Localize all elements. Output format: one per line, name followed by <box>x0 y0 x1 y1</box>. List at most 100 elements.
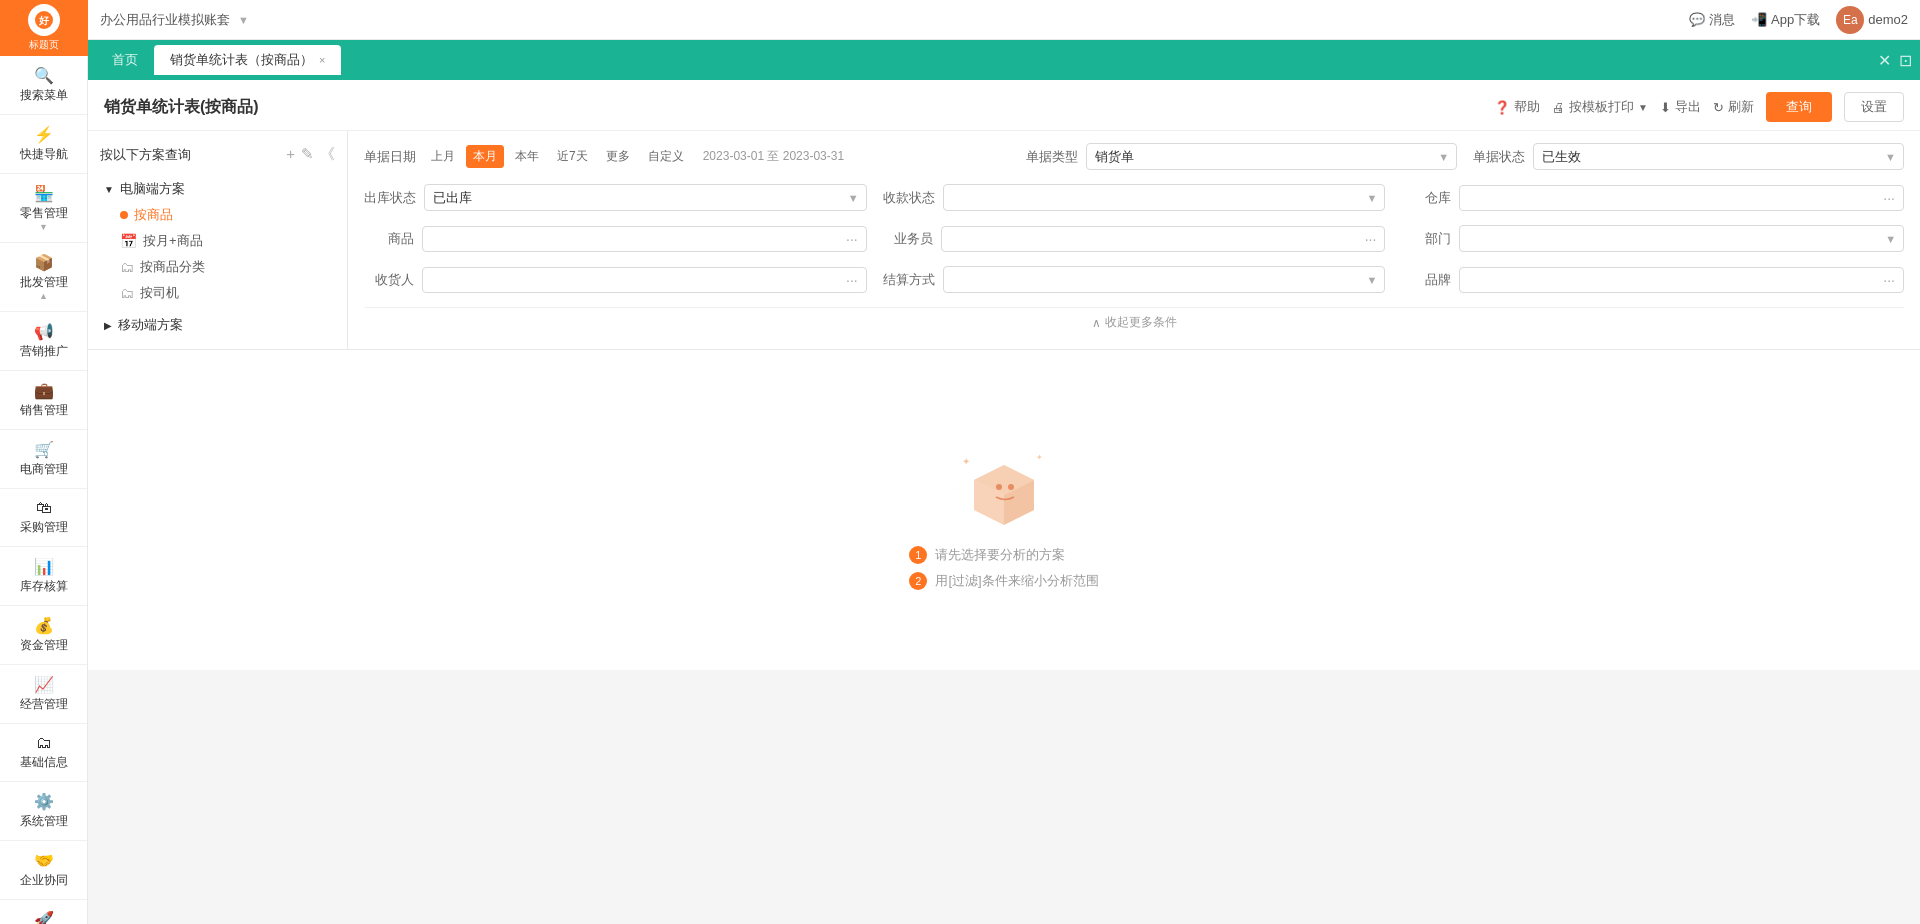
sidebar-item-base[interactable]: 🗂 基础信息 <box>0 724 87 782</box>
brand-label: 品牌 <box>1401 271 1451 289</box>
salesperson-label: 业务员 <box>883 230 933 248</box>
window-close-icon[interactable]: ✕ <box>1878 51 1891 70</box>
date-tag-7days[interactable]: 近7天 <box>550 145 595 168</box>
message-btn[interactable]: 💬 消息 <box>1689 11 1735 29</box>
app-download-btn[interactable]: 📲 App下载 <box>1751 11 1820 29</box>
brand-dots[interactable]: ··· <box>1883 272 1895 288</box>
sidebar-item-operations[interactable]: 📈 经营管理 <box>0 665 87 724</box>
active-dot <box>120 211 128 219</box>
tree-item-month-icon: 📅 <box>120 233 137 249</box>
tree-pc-section: ▼ 电脑端方案 <box>88 176 347 202</box>
sidebar-item-cooperation[interactable]: 🤝 企业协同 <box>0 841 87 900</box>
filter-item-warehouse: 仓库 ··· <box>1401 185 1904 211</box>
product-dots[interactable]: ··· <box>846 231 858 247</box>
tree-item-by-product[interactable]: 按商品 <box>88 202 347 228</box>
sidebar-item-inventory[interactable]: 📊 库存核算 <box>0 547 87 606</box>
topbar-dropdown-icon[interactable]: ▼ <box>238 14 249 26</box>
svg-text:✦: ✦ <box>1036 453 1043 462</box>
salesperson-control: ··· <box>941 226 1386 252</box>
tab-sales-stat[interactable]: 销货单统计表（按商品） × <box>154 45 341 75</box>
date-tag-more[interactable]: 更多 <box>599 145 637 168</box>
tree-pc-label: 电脑端方案 <box>120 180 185 198</box>
settlement-select[interactable] <box>943 266 1386 293</box>
app-download-label: App下载 <box>1771 11 1820 29</box>
warehouse-status-select[interactable]: 已出库 <box>424 184 867 211</box>
sidebar-item-finance-label: 资金管理 <box>20 637 68 654</box>
collapse-panel-icon[interactable]: 《 <box>320 145 335 164</box>
help-icon: ❓ <box>1494 100 1510 115</box>
print-btn[interactable]: 🖨 按模板打印 ▼ <box>1552 98 1648 116</box>
window-max-icon[interactable]: ⊡ <box>1899 51 1912 70</box>
payment-status-select[interactable] <box>943 184 1386 211</box>
sidebar-item-marketing-label: 营销推广 <box>20 343 68 360</box>
message-label: 消息 <box>1709 11 1735 29</box>
warehouse-dots[interactable]: ··· <box>1883 190 1895 206</box>
help-btn[interactable]: ❓ 帮助 <box>1494 98 1540 116</box>
right-filter: 单据日期 上月 本月 本年 近7天 更多 <box>348 131 1920 349</box>
topbar-right: 💬 消息 📲 App下载 Ea demo2 <box>1689 6 1908 34</box>
sidebar-item-wholesale[interactable]: 📦 批发管理 ▲ <box>0 243 87 312</box>
department-control: ▼ <box>1459 225 1904 252</box>
sidebar-item-marketing[interactable]: 📢 营销推广 <box>0 312 87 371</box>
tip-num-2: 2 <box>909 572 927 590</box>
sidebar-item-newguide[interactable]: 🚀 新手引导 <box>0 900 87 924</box>
receiver-dots[interactable]: ··· <box>846 272 858 288</box>
date-tag-this-month[interactable]: 本月 <box>466 145 504 168</box>
purchase-icon: 🛍 <box>36 499 52 517</box>
tree-item-by-sku[interactable]: 🗂 按司机 <box>88 280 347 306</box>
sidebar-item-search[interactable]: 🔍 搜索菜单 <box>0 56 87 115</box>
sidebar-item-quicknav[interactable]: ⚡ 快捷导航 <box>0 115 87 174</box>
tab-close-icon[interactable]: × <box>319 54 325 66</box>
filter-item-warehouse-status: 出库状态 已出库 ▼ <box>364 184 867 211</box>
sidebar-item-base-label: 基础信息 <box>20 754 68 771</box>
avatar-text: Ea <box>1843 13 1858 27</box>
user-name: demo2 <box>1868 12 1908 27</box>
query-button[interactable]: 查询 <box>1766 92 1832 122</box>
date-tag-custom[interactable]: 自定义 <box>641 145 691 168</box>
filter-item-docstatus: 单据状态 已生效 ▼ <box>1473 143 1904 170</box>
sidebar-item-ecommerce-label: 电商管理 <box>20 461 68 478</box>
date-tag-this-year[interactable]: 本年 <box>508 145 546 168</box>
help-label: 帮助 <box>1514 98 1540 116</box>
settings-button[interactable]: 设置 <box>1844 92 1904 122</box>
doctype-select[interactable]: 销货单 <box>1086 143 1457 170</box>
sidebar-item-ecommerce[interactable]: 🛒 电商管理 <box>0 430 87 489</box>
filter-item-department: 部门 ▼ <box>1401 225 1904 252</box>
filter-row-4: 收货人 ··· 结算方式 <box>364 266 1904 293</box>
tab-sales-stat-label: 销货单统计表（按商品） <box>170 51 313 69</box>
tree-item-by-month-product[interactable]: 📅 按月+商品 <box>88 228 347 254</box>
add-scheme-icon[interactable]: + <box>286 145 295 164</box>
tree-expand-icon[interactable]: ▼ <box>104 184 114 195</box>
sidebar-item-retail[interactable]: 🏪 零售管理 ▼ <box>0 174 87 243</box>
tree-mobile-section: ▶ 移动端方案 <box>88 312 347 338</box>
tab-home[interactable]: 首页 <box>96 45 154 75</box>
sidebar-item-sales[interactable]: 💼 销售管理 <box>0 371 87 430</box>
refresh-icon: ↻ <box>1713 100 1724 115</box>
sidebar-item-retail-label: 零售管理 <box>20 205 68 222</box>
svg-text:·: · <box>954 485 956 491</box>
docstatus-select[interactable]: 已生效 <box>1533 143 1904 170</box>
export-btn[interactable]: ⬇ 导出 <box>1660 98 1701 116</box>
sidebar-item-purchase[interactable]: 🛍 采购管理 <box>0 489 87 547</box>
svg-text:好: 好 <box>38 15 50 26</box>
newguide-icon: 🚀 <box>34 910 54 924</box>
warehouse-status-control: 已出库 ▼ <box>424 184 867 211</box>
message-icon: 💬 <box>1689 12 1705 27</box>
tree-item-by-category[interactable]: 🗂 按商品分类 <box>88 254 347 280</box>
filter-row-1: 单据日期 上月 本月 本年 近7天 更多 <box>364 143 1904 170</box>
refresh-btn[interactable]: ↻ 刷新 <box>1713 98 1754 116</box>
date-control: 上月 本月 本年 近7天 更多 自定义 2023-03-01 至 2023-03… <box>424 145 1010 168</box>
date-tag-last-month[interactable]: 上月 <box>424 145 462 168</box>
sidebar-item-finance[interactable]: 💰 资金管理 <box>0 606 87 665</box>
empty-tips: 1 请先选择要分析的方案 2 用[过滤]条件来缩小分析范围 <box>909 546 1098 590</box>
filter-row-3: 商品 ··· 业务员 <box>364 225 1904 252</box>
brand-control: ··· <box>1459 267 1904 293</box>
edit-scheme-icon[interactable]: ✎ <box>301 145 314 164</box>
salesperson-dots[interactable]: ··· <box>1365 231 1377 247</box>
left-panel-header: 按以下方案查询 + ✎ 《 <box>88 141 347 168</box>
tree-mobile-expand-icon[interactable]: ▶ <box>104 320 112 331</box>
department-select[interactable] <box>1459 225 1904 252</box>
collapse-bar[interactable]: ∧ 收起更多条件 <box>364 307 1904 337</box>
sidebar-item-system[interactable]: ⚙️ 系统管理 <box>0 782 87 841</box>
user-profile[interactable]: Ea demo2 <box>1836 6 1908 34</box>
